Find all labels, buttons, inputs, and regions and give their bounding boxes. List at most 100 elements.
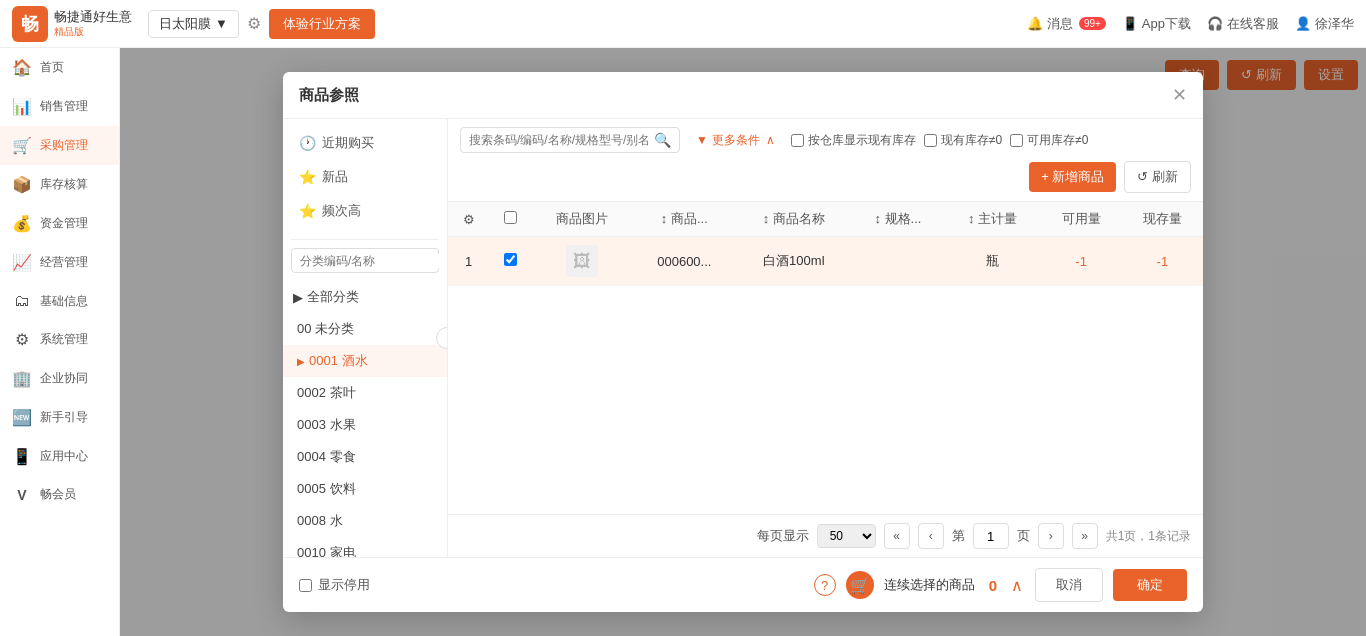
purchase-icon: 🛒 [12,136,32,155]
sidebar-item-system[interactable]: ⚙ 系统管理 [0,320,119,359]
member-icon: V [12,487,32,503]
navbar-right: 🔔 消息 99+ 📱 App下载 🎧 在线客服 👤 徐泽华 [1027,15,1354,33]
tab-recent-purchase[interactable]: 🕐 近期购买 [289,127,441,159]
notifications[interactable]: 🔔 消息 99+ [1027,15,1106,33]
sidebar-item-label: 采购管理 [40,137,88,154]
online-service[interactable]: 🎧 在线客服 [1207,15,1279,33]
user-avatar[interactable]: 👤 徐泽华 [1295,15,1354,33]
col-name[interactable]: ↕ 商品名称 [736,202,851,237]
sidebar-item-apps[interactable]: 📱 应用中心 [0,437,119,476]
category-item-2[interactable]: 0002 茶叶 [283,377,447,409]
new-icon: ⭐ [299,169,316,185]
prev-page-btn[interactable]: ‹ [918,523,944,549]
collapse-arrow-icon[interactable]: ∧ [1011,576,1023,595]
category-item-7[interactable]: 0010 家电 [283,537,447,557]
finance-icon: 💰 [12,214,32,233]
main-layout: 🏠 首页 📊 销售管理 🛒 采购管理 📦 库存核算 💰 资金管理 📈 经营管理 … [0,48,1366,636]
category-search-input[interactable] [300,254,448,268]
col-spec[interactable]: ↕ 规格... [851,202,944,237]
modal-right-panel: 🔍 ▼ 更多条件 ∧ 按仓库显示现有库存 [448,119,1203,557]
sidebar-item-label: 资金管理 [40,215,88,232]
sidebar-item-label: 系统管理 [40,331,88,348]
sidebar-item-home[interactable]: 🏠 首页 [0,48,119,87]
cell-name: 白酒100ml [736,237,851,286]
sidebar-item-label: 经营管理 [40,254,88,271]
sidebar-item-purchase[interactable]: 🛒 采购管理 [0,126,119,165]
cart-icon[interactable]: 🛒 [846,571,874,599]
product-search-input[interactable] [469,133,654,147]
modal-header: 商品参照 ✕ [283,72,1203,119]
confirm-button[interactable]: 确定 [1113,569,1187,601]
sidebar-item-operation[interactable]: 📈 经营管理 [0,243,119,282]
checkbox-current-inv[interactable]: 现有库存≠0 [924,132,1002,149]
system-icon: ⚙ [12,330,32,349]
sidebar-item-guide[interactable]: 🆕 新手引导 [0,398,119,437]
category-item-all[interactable]: ▶ 全部分类 [283,281,447,313]
sidebar-item-member[interactable]: V 畅会员 [0,476,119,513]
modal-title: 商品参照 [299,86,359,105]
table-row[interactable]: 1 🖼 000600... 白酒100ml 瓶 [448,237,1203,286]
inventory-icon: 📦 [12,175,32,194]
logo-icon: 畅 [12,6,48,42]
next-page-btn[interactable]: › [1038,523,1064,549]
footer-center: ? 🛒 连续选择的商品 0 ∧ [814,571,1023,599]
company-selector[interactable]: 日太阳膜 ▼ [148,10,239,38]
selected-count: 0 [989,577,997,594]
col-settings[interactable]: ⚙ [448,202,489,237]
operation-icon: 📈 [12,253,32,272]
sidebar-item-finance[interactable]: 💰 资金管理 [0,204,119,243]
help-icon[interactable]: ? [814,574,836,596]
settings-icon[interactable]: ⚙ [247,14,261,33]
modal-close-button[interactable]: ✕ [1172,84,1187,106]
col-checkbox[interactable] [489,202,532,237]
guide-icon: 🆕 [12,408,32,427]
show-disabled-label[interactable]: 显示停用 [299,576,370,594]
home-icon: 🏠 [12,58,32,77]
tab-high-frequency[interactable]: ⭐ 频次高 [289,195,441,227]
sidebar-item-label: 应用中心 [40,448,88,465]
col-code[interactable]: ↕ 商品... [633,202,737,237]
category-list: ▶ 全部分类 00 未分类 ▶ 0001 酒水 0002 茶叶 0003 水果 … [283,277,447,557]
sidebar-item-inventory[interactable]: 📦 库存核算 [0,165,119,204]
apps-icon: 📱 [12,447,32,466]
tab-label: 频次高 [322,202,361,220]
category-item-6[interactable]: 0008 水 [283,505,447,537]
divider [291,239,439,240]
sidebar-item-basic[interactable]: 🗂 基础信息 [0,282,119,320]
exp-button[interactable]: 体验行业方案 [269,9,375,39]
checkbox-available-inv[interactable]: 可用库存≠0 [1010,132,1088,149]
refresh-btn[interactable]: ↺ 刷新 [1124,161,1191,193]
sidebar-item-enterprise[interactable]: 🏢 企业协同 [0,359,119,398]
category-item-3[interactable]: 0003 水果 [283,409,447,441]
page-size-select[interactable]: 10 20 50 100 [817,524,876,548]
avatar-icon: 👤 [1295,16,1311,31]
category-item-4[interactable]: 0004 零食 [283,441,447,473]
sidebar-item-sales[interactable]: 📊 销售管理 [0,87,119,126]
cell-image: 🖼 [532,237,632,286]
add-product-btn[interactable]: + 新增商品 [1029,162,1116,192]
enterprise-icon: 🏢 [12,369,32,388]
tab-new-products[interactable]: ⭐ 新品 [289,161,441,193]
show-disabled-checkbox[interactable] [299,579,312,592]
sidebar: 🏠 首页 📊 销售管理 🛒 采购管理 📦 库存核算 💰 资金管理 📈 经营管理 … [0,48,120,636]
cancel-button[interactable]: 取消 [1035,568,1103,602]
last-page-btn[interactable]: » [1072,523,1098,549]
cell-available: -1 [1041,237,1122,286]
cat-arrow-icon: ▶ [297,356,305,367]
category-item-5[interactable]: 0005 饮料 [283,473,447,505]
category-item-1[interactable]: ▶ 0001 酒水 [283,345,447,377]
recent-icon: 🕐 [299,135,316,151]
tab-label: 近期购买 [322,134,374,152]
col-unit[interactable]: ↕ 主计量 [944,202,1040,237]
checkbox-by-warehouse[interactable]: 按仓库显示现有库存 [791,132,916,149]
category-item-0[interactable]: 00 未分类 [283,313,447,345]
content-area: 查询 ↺ 刷新 设置 商品参照 ✕ 🕐 [120,48,1366,636]
page-number-input[interactable] [973,523,1009,549]
app-download[interactable]: 📱 App下载 [1122,15,1191,33]
basic-icon: 🗂 [12,292,32,310]
cell-index: 1 [448,237,489,286]
filter-more-btn[interactable]: ▼ 更多条件 ∧ [688,128,783,153]
cell-checkbox[interactable] [489,237,532,286]
first-page-btn[interactable]: « [884,523,910,549]
product-search-icon[interactable]: 🔍 [654,132,671,148]
